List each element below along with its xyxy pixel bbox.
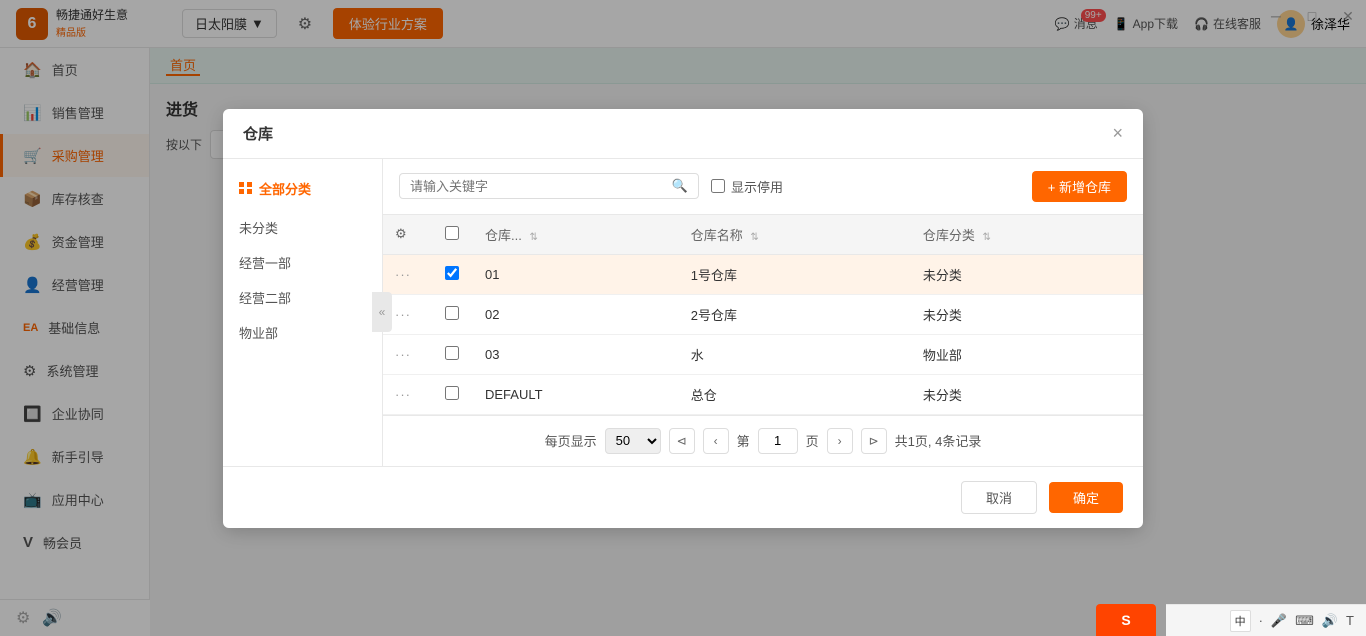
confirm-button[interactable]: 确定	[1049, 482, 1123, 513]
per-page-label: 每页显示	[545, 431, 597, 450]
sort-category-icon: ⇅	[982, 232, 990, 243]
search-box: 🔍	[399, 173, 699, 199]
modal-body: 全部分类 未分类 经营一部 经营二部 物业部 « 🔍	[223, 159, 1143, 466]
cell-code: 02	[473, 294, 679, 334]
cell-code: DEFAULT	[473, 374, 679, 414]
sort-name-icon: ⇅	[750, 232, 758, 243]
taskbar-mic-icon[interactable]: 🎤	[1271, 613, 1287, 629]
taskbar-t-icon[interactable]: T	[1346, 613, 1354, 628]
search-input[interactable]	[410, 179, 666, 194]
col-checkbox-header	[433, 215, 473, 255]
warehouse-modal: 仓库 × 全部分类 未分类 经营一部 经营二部 物业部 «	[223, 109, 1143, 528]
modal-header: 仓库 ×	[223, 109, 1143, 159]
add-warehouse-button[interactable]: + 新增仓库	[1032, 171, 1127, 202]
cell-category: 未分类	[911, 374, 1143, 414]
cell-name: 水	[679, 334, 911, 374]
maximize-button[interactable]: □	[1294, 0, 1330, 32]
modal-footer: 取消 确定	[223, 466, 1143, 528]
sort-code-icon: ⇅	[529, 232, 537, 243]
table-row[interactable]: ··· 02 2号仓库 未分类	[383, 294, 1143, 334]
page-label: 第	[737, 431, 750, 450]
grid-icon	[239, 182, 253, 194]
cell-checkbox[interactable]	[433, 254, 473, 294]
cell-category: 未分类	[911, 254, 1143, 294]
select-all-checkbox[interactable]	[445, 226, 459, 240]
show-disabled-label: 显示停用	[731, 177, 783, 196]
cell-checkbox[interactable]	[433, 374, 473, 414]
table-header-row: ⚙ 仓库... ⇅ 仓库名称 ⇅	[383, 215, 1143, 255]
cell-name: 总仓	[679, 374, 911, 414]
page-number-input[interactable]	[758, 428, 798, 454]
category-header[interactable]: 全部分类	[223, 171, 382, 210]
cell-settings: ···	[383, 254, 433, 294]
pagination-bar: 每页显示 50 10 20 100 ⊲ ‹ 第 页 › ⊳ 共1页, 4条记录	[383, 415, 1143, 466]
next-page-button[interactable]: ›	[827, 428, 853, 454]
per-page-select[interactable]: 50 10 20 100	[605, 428, 661, 454]
category-item-dept2[interactable]: 经营二部	[223, 280, 382, 315]
s-logo: S	[1121, 612, 1130, 628]
modal-close-button[interactable]: ×	[1112, 124, 1123, 142]
table-scroll: ⚙ 仓库... ⇅ 仓库名称 ⇅	[383, 215, 1143, 415]
col-category-header[interactable]: 仓库分类 ⇅	[911, 215, 1143, 255]
cell-checkbox[interactable]	[433, 334, 473, 374]
show-disabled-input[interactable]	[711, 179, 725, 193]
cell-code: 03	[473, 334, 679, 374]
cell-code: 01	[473, 254, 679, 294]
cell-category: 未分类	[911, 294, 1143, 334]
table-row[interactable]: ··· DEFAULT 总仓 未分类	[383, 374, 1143, 414]
cell-name: 2号仓库	[679, 294, 911, 334]
first-page-button[interactable]: ⊲	[669, 428, 695, 454]
table-toolbar: 🔍 显示停用 + 新增仓库	[383, 159, 1143, 215]
table-row[interactable]: ··· 03 水 物业部	[383, 334, 1143, 374]
table-panel: 🔍 显示停用 + 新增仓库 ⚙	[383, 159, 1143, 466]
cell-name: 1号仓库	[679, 254, 911, 294]
taskbar-keyboard-icon[interactable]: ⌨	[1295, 613, 1314, 629]
category-all-label: 全部分类	[259, 179, 311, 198]
warehouse-table: ⚙ 仓库... ⇅ 仓库名称 ⇅	[383, 215, 1143, 415]
cell-checkbox[interactable]	[433, 294, 473, 334]
cell-settings: ···	[383, 374, 433, 414]
total-label: 共1页, 4条记录	[895, 431, 982, 450]
prev-page-button[interactable]: ‹	[703, 428, 729, 454]
taskbar-dot-icon: ·	[1259, 613, 1263, 628]
category-item-unclassified[interactable]: 未分类	[223, 210, 382, 245]
category-item-dept1[interactable]: 经营一部	[223, 245, 382, 280]
table-row[interactable]: ··· 01 1号仓库 未分类	[383, 254, 1143, 294]
last-page-button[interactable]: ⊳	[861, 428, 887, 454]
page-unit: 页	[806, 431, 819, 450]
cancel-button[interactable]: 取消	[961, 481, 1037, 514]
close-button[interactable]: ✕	[1330, 0, 1366, 32]
taskbar-cn-icon[interactable]: 中	[1230, 610, 1251, 632]
taskbar-speaker-icon[interactable]: 🔊	[1322, 613, 1338, 629]
modal-title: 仓库	[243, 123, 273, 144]
cell-settings: ···	[383, 334, 433, 374]
search-icon: 🔍	[672, 178, 688, 194]
show-disabled-checkbox: 显示停用	[711, 177, 783, 196]
col-name-header[interactable]: 仓库名称 ⇅	[679, 215, 911, 255]
category-collapse-button[interactable]: «	[372, 292, 392, 332]
minimize-button[interactable]: ─	[1258, 0, 1294, 32]
cell-category: 物业部	[911, 334, 1143, 374]
col-settings-header: ⚙	[383, 215, 433, 255]
modal-overlay: 仓库 × 全部分类 未分类 经营一部 经营二部 物业部 «	[0, 0, 1366, 636]
col-code-header[interactable]: 仓库... ⇅	[473, 215, 679, 255]
category-item-property[interactable]: 物业部	[223, 315, 382, 350]
category-panel: 全部分类 未分类 经营一部 经营二部 物业部 «	[223, 159, 383, 466]
